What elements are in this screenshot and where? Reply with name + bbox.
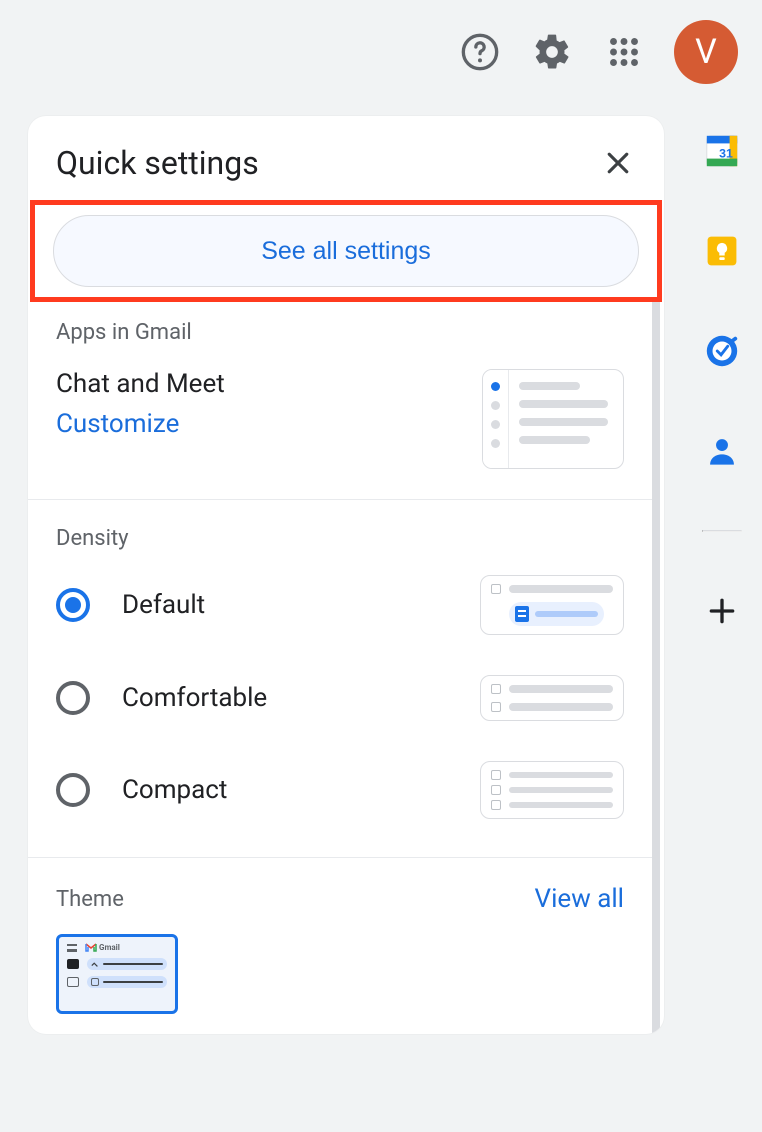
quick-settings-panel: Quick settings See all settings Apps in … xyxy=(28,116,664,1034)
gmail-logo-icon: Gmail xyxy=(85,943,120,952)
density-option-compact[interactable]: Compact xyxy=(56,761,624,819)
add-icon[interactable] xyxy=(701,590,743,632)
help-icon[interactable] xyxy=(458,30,502,74)
hamburger-icon xyxy=(67,944,77,952)
panel-title: Quick settings xyxy=(56,144,259,182)
theme-thumbnail[interactable]: Gmail xyxy=(56,934,178,1014)
chat-icon xyxy=(67,977,79,987)
radio-icon xyxy=(56,681,90,715)
radio-icon xyxy=(56,588,90,622)
tasks-icon[interactable] xyxy=(701,330,743,372)
density-label: Default xyxy=(122,590,448,620)
theme-section: Theme View all Gmail xyxy=(28,857,652,1034)
customize-link[interactable]: Customize xyxy=(56,409,225,439)
panel-header: Quick settings xyxy=(28,116,664,190)
side-panel-rail: 31 xyxy=(682,130,762,632)
radio-icon xyxy=(56,773,90,807)
density-option-comfortable[interactable]: Comfortable xyxy=(56,675,624,721)
mail-icon xyxy=(67,959,79,969)
density-option-default[interactable]: Default xyxy=(56,575,624,635)
account-avatar[interactable]: V xyxy=(674,20,738,84)
top-bar: V xyxy=(458,0,762,104)
panel-scroll: Apps in Gmail Chat and Meet Customize xyxy=(28,302,660,1034)
density-section-title: Density xyxy=(56,526,624,551)
close-icon[interactable] xyxy=(600,145,636,181)
apps-section-title: Apps in Gmail xyxy=(56,320,624,345)
apps-section: Apps in Gmail Chat and Meet Customize xyxy=(28,302,652,499)
svg-text:31: 31 xyxy=(719,147,733,161)
highlight-box: See all settings xyxy=(30,200,662,302)
density-thumb-compact xyxy=(480,761,624,819)
gmail-text: Gmail xyxy=(99,943,120,952)
apps-grid-icon[interactable] xyxy=(602,30,646,74)
chat-meet-label: Chat and Meet xyxy=(56,369,225,399)
contacts-icon[interactable] xyxy=(701,430,743,472)
view-all-link[interactable]: View all xyxy=(535,884,624,914)
avatar-letter: V xyxy=(695,32,717,72)
density-label: Compact xyxy=(122,775,448,805)
settings-gear-icon[interactable] xyxy=(530,30,574,74)
rail-divider xyxy=(702,530,742,532)
density-thumb-default xyxy=(480,575,624,635)
calendar-icon[interactable]: 31 xyxy=(701,130,743,172)
theme-section-title: Theme xyxy=(56,887,124,912)
see-all-label: See all settings xyxy=(261,237,431,266)
see-all-settings-button[interactable]: See all settings xyxy=(53,215,639,287)
density-label: Comfortable xyxy=(122,683,448,713)
apps-thumbnail xyxy=(482,369,624,469)
keep-icon[interactable] xyxy=(701,230,743,272)
apps-left: Chat and Meet Customize xyxy=(56,369,225,439)
density-thumb-comfortable xyxy=(480,675,624,721)
density-section: Density Default Comfortable Com xyxy=(28,499,652,857)
